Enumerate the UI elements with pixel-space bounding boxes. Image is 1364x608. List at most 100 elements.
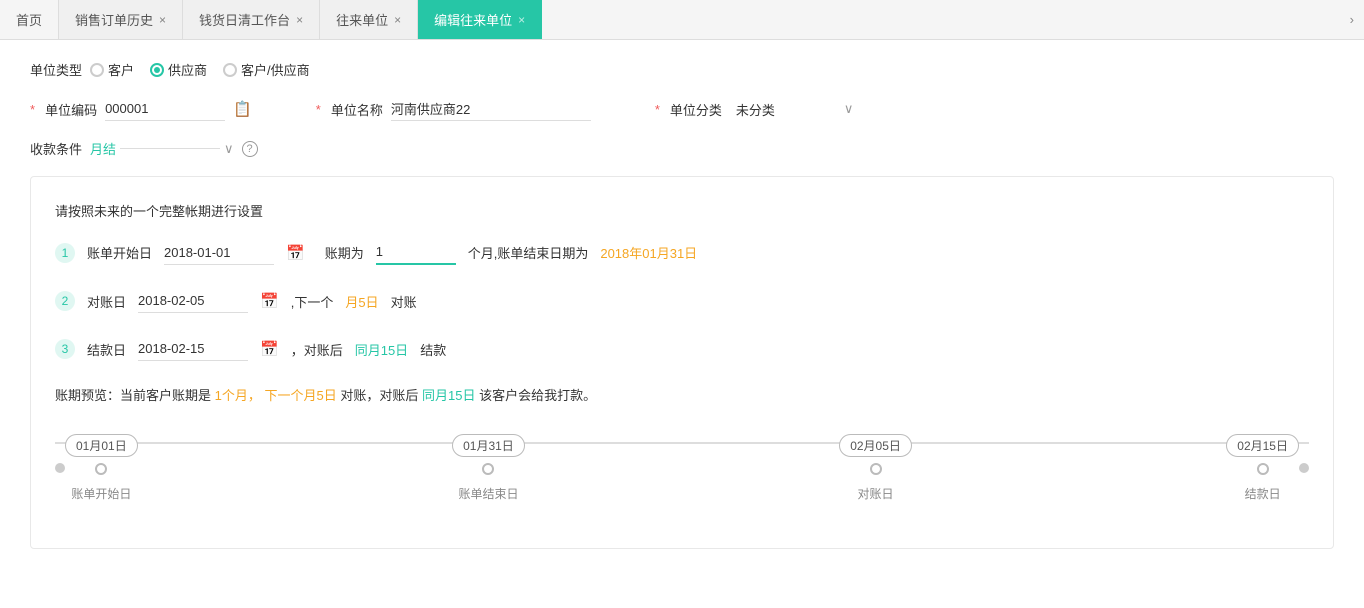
unit-type-row: 单位类型 客户 供应商 客户/供应商 (30, 60, 1334, 79)
unit-code-label: 单位编码 (45, 100, 97, 119)
unit-code-input[interactable] (105, 97, 225, 121)
radio-customer-circle (90, 63, 104, 77)
tab-bar-more-arrow[interactable]: › (1340, 0, 1364, 39)
radio-both-label: 客户/供应商 (241, 60, 310, 79)
radio-group-unit-type: 客户 供应商 客户/供应商 (90, 60, 310, 79)
radio-customer[interactable]: 客户 (90, 60, 134, 79)
unit-code-copy-icon[interactable]: 📋 (233, 100, 252, 118)
timeline-nodes: 01月01日 账单开始日 01月31日 账单结束日 02月05日 对账日 02月… (65, 434, 1299, 502)
timeline-node-2: 01月31日 账单结束日 (452, 434, 525, 502)
unit-category-value: 未分类 (736, 100, 796, 119)
preview-text: 账期预览：当前客户账期是 1个月， 下一个月5日 对账，对账后 同月15日 该客… (55, 385, 1309, 404)
tab-partner-label: 往来单位 (336, 10, 388, 29)
tab-partner-close[interactable]: × (394, 13, 401, 27)
step-label-3: 结款日 (87, 340, 126, 359)
payment-terms-value: 月结 (90, 139, 116, 158)
preview-label: 账期预览：当前客户账期是 (55, 388, 211, 403)
timeline: 01月01日 账单开始日 01月31日 账单结束日 02月05日 对账日 02月… (55, 424, 1309, 532)
timeline-label-4: 结款日 (1245, 485, 1281, 502)
unit-category-label: 单位分类 (670, 100, 722, 119)
unit-code-star: * (30, 102, 35, 117)
preview-end: 该客户会给我打款。 (479, 388, 596, 403)
timeline-node-3: 02月05日 对账日 (839, 434, 912, 502)
payment-terms-select-wrap[interactable]: 月结 ∨ (90, 139, 234, 158)
step-label-2: 对账日 (87, 292, 126, 311)
timeline-dot-2 (482, 463, 494, 475)
step-calendar-icon-1[interactable]: 📅 (286, 244, 305, 262)
step-row-2: 2 对账日 📅 ,下一个 月5日 对账 (55, 289, 1309, 313)
timeline-badge-2: 01月31日 (452, 434, 525, 457)
timeline-label-1: 账单开始日 (71, 485, 131, 502)
unit-category-star: * (655, 102, 660, 117)
unit-category-dropdown-icon[interactable]: ∨ (844, 101, 854, 117)
payment-terms-dropdown-icon[interactable]: ∨ (224, 141, 234, 157)
step3-text: 结款 (420, 340, 446, 359)
preview-p2: 下一个月5日 (265, 388, 337, 403)
timeline-end-dot (1299, 463, 1309, 473)
unit-name-group: * 单位名称 (316, 97, 591, 121)
preview-p1: 1个月， (215, 388, 261, 403)
timeline-badge-3: 02月05日 (839, 434, 912, 457)
radio-both[interactable]: 客户/供应商 (223, 60, 310, 79)
tab-cash-work-label: 钱货日清工作台 (199, 10, 290, 29)
tab-home-label: 首页 (16, 10, 42, 29)
radio-customer-label: 客户 (108, 60, 134, 79)
unit-type-group: 单位类型 客户 供应商 客户/供应商 (30, 60, 310, 79)
step-label-1: 账单开始日 (87, 243, 152, 262)
tab-sales-history-label: 销售订单历史 (75, 10, 153, 29)
tab-cash-work[interactable]: 钱货日清工作台 × (183, 0, 320, 39)
tab-cash-work-close[interactable]: × (296, 13, 303, 27)
step-date-input-3[interactable] (138, 337, 248, 361)
step-date-input-1[interactable] (164, 241, 274, 265)
step3-highlight: 同月15日 (355, 340, 408, 359)
timeline-dot-4 (1257, 463, 1269, 475)
step-calendar-icon-2[interactable]: 📅 (260, 292, 279, 310)
unit-category-group: * 单位分类 未分类 ∨ (655, 100, 854, 119)
preview-mid: 对账，对账后 (340, 388, 418, 403)
step-num-2: 2 (55, 291, 75, 311)
tab-edit-partner[interactable]: 编辑往来单位 × (418, 0, 542, 39)
step-calendar-icon-3[interactable]: 📅 (260, 340, 279, 358)
radio-supplier[interactable]: 供应商 (150, 60, 207, 79)
step-suffix-text-1: 账期为 (325, 243, 364, 262)
step3-prefix: ，对账后 (291, 340, 343, 359)
payment-terms-underline (120, 148, 220, 149)
period-value-input[interactable] (376, 240, 456, 265)
step-num-3: 3 (55, 339, 75, 359)
step-num-1: 1 (55, 243, 75, 263)
tab-sales-history-close[interactable]: × (159, 13, 166, 27)
payment-terms-group: 收款条件 月结 ∨ ? (30, 139, 258, 158)
step-row-1: 1 账单开始日 📅 账期为 个月,账单结束日期为 2018年01月31日 (55, 240, 1309, 265)
radio-both-circle (223, 63, 237, 77)
step2-text: 对账 (391, 292, 417, 311)
tab-home[interactable]: 首页 (0, 0, 59, 39)
unit-code-group: * 单位编码 📋 (30, 97, 252, 121)
preview-p3: 同月15日 (422, 388, 475, 403)
timeline-node-1: 01月01日 账单开始日 (65, 434, 138, 502)
unit-name-label: 单位名称 (331, 100, 383, 119)
main-content: 单位类型 客户 供应商 客户/供应商 * 单位编码 (0, 40, 1364, 608)
step2-prefix: ,下一个 (291, 292, 334, 311)
timeline-label-2: 账单结束日 (458, 485, 518, 502)
unit-info-row: * 单位编码 📋 * 单位名称 * 单位分类 未分类 ∨ (30, 97, 1334, 121)
payment-terms-help-icon[interactable]: ? (242, 141, 258, 157)
timeline-dot-3 (870, 463, 882, 475)
timeline-node-4: 02月15日 结款日 (1226, 434, 1299, 502)
radio-supplier-label: 供应商 (168, 60, 207, 79)
timeline-start-dot (55, 463, 65, 473)
panel-title: 请按照未来的一个完整帐期进行设置 (55, 201, 1309, 220)
period-unit-text: 个月,账单结束日期为 (468, 243, 589, 262)
tab-edit-partner-label: 编辑往来单位 (434, 10, 512, 29)
timeline-badge-4: 02月15日 (1226, 434, 1299, 457)
timeline-label-3: 对账日 (858, 485, 894, 502)
tab-edit-partner-close[interactable]: × (518, 13, 525, 27)
tab-partner[interactable]: 往来单位 × (320, 0, 418, 39)
unit-name-star: * (316, 102, 321, 117)
unit-type-label: 单位类型 (30, 60, 82, 79)
timeline-dot-1 (95, 463, 107, 475)
period-end-date: 2018年01月31日 (600, 243, 697, 262)
tab-sales-history[interactable]: 销售订单历史 × (59, 0, 183, 39)
step-date-input-2[interactable] (138, 289, 248, 313)
unit-name-input[interactable] (391, 97, 591, 121)
step2-highlight: 月5日 (345, 292, 378, 311)
